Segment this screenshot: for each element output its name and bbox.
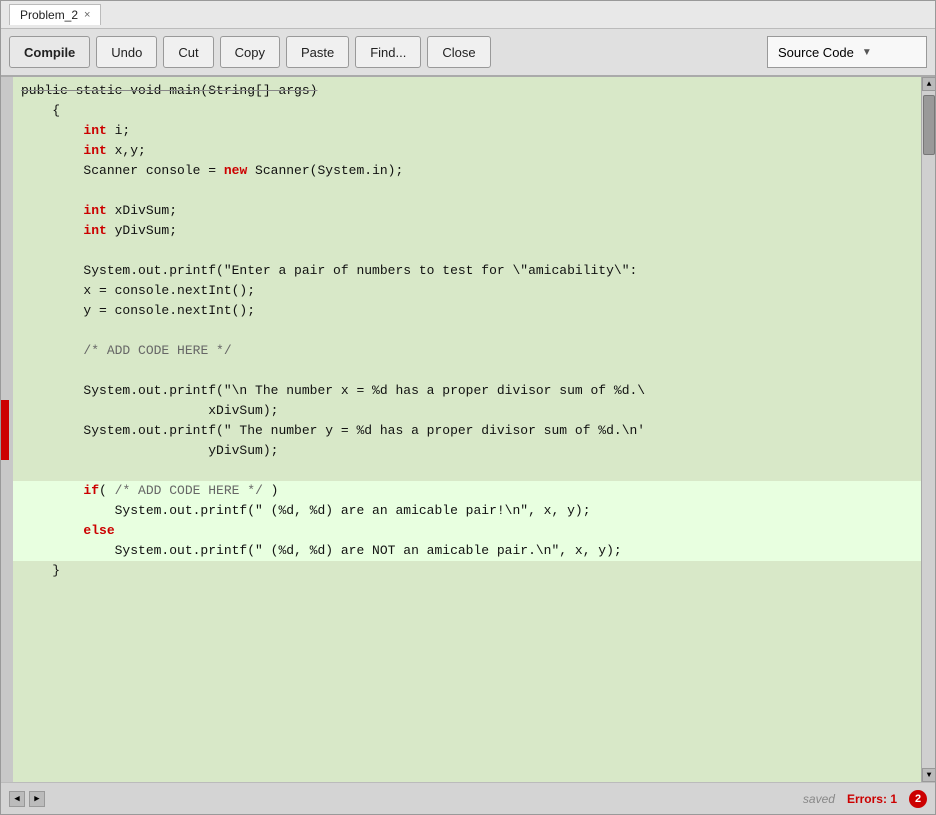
undo-button[interactable]: Undo: [96, 36, 157, 68]
code-line: int i;: [13, 121, 921, 141]
dropdown-arrow-icon: ▼: [862, 47, 872, 58]
code-line: System.out.printf(" The number y = %d ha…: [13, 421, 921, 441]
code-line: int xDivSum;: [13, 201, 921, 221]
scroll-up-arrow[interactable]: ▲: [922, 77, 935, 91]
editor-area: public static void main(String[] args) {…: [1, 77, 935, 782]
main-window: Problem_2 × Compile Undo Cut Copy Paste …: [0, 0, 936, 815]
copy-button[interactable]: Copy: [220, 36, 280, 68]
errors-label: Errors: 1: [847, 792, 897, 806]
code-line: System.out.printf("Enter a pair of numbe…: [13, 261, 921, 281]
status-bar: ◀ ▶ saved Errors: 1 2: [1, 782, 935, 814]
title-bar: Problem_2 ×: [1, 1, 935, 29]
code-line: [13, 361, 921, 381]
compile-button[interactable]: Compile: [9, 36, 90, 68]
code-line: y = console.nextInt();: [13, 301, 921, 321]
tab-close-button[interactable]: ×: [84, 9, 90, 21]
code-line: [13, 321, 921, 341]
code-scroll-area[interactable]: public static void main(String[] args) {…: [13, 77, 921, 782]
error-indicator: [1, 400, 9, 460]
nav-right-arrow[interactable]: ▶: [29, 791, 45, 807]
code-line: public static void main(String[] args): [13, 81, 921, 101]
code-line: [13, 181, 921, 201]
nav-arrows: ◀ ▶: [9, 791, 45, 807]
code-line: Scanner console = new Scanner(System.in)…: [13, 161, 921, 181]
code-line: if( /* ADD CODE HERE */ ): [13, 481, 921, 501]
code-line: int x,y;: [13, 141, 921, 161]
source-code-dropdown[interactable]: Source Code ▼: [767, 36, 927, 68]
left-margin: [1, 77, 13, 782]
toolbar: Compile Undo Cut Copy Paste Find... Clos…: [1, 29, 935, 77]
code-line: int yDivSum;: [13, 221, 921, 241]
vertical-scrollbar[interactable]: ▲ ▼: [921, 77, 935, 782]
find-button[interactable]: Find...: [355, 36, 421, 68]
code-line: System.out.printf("\n The number x = %d …: [13, 381, 921, 401]
code-line: }: [13, 561, 921, 581]
scroll-thumb[interactable]: [923, 95, 935, 155]
code-line: System.out.printf(" (%d, %d) are an amic…: [13, 501, 921, 521]
nav-left-arrow[interactable]: ◀: [9, 791, 25, 807]
code-line: yDivSum);: [13, 441, 921, 461]
close-button[interactable]: Close: [427, 36, 490, 68]
status-info: saved Errors: 1 2: [803, 790, 927, 808]
source-code-label: Source Code: [778, 45, 854, 60]
code-line: else: [13, 521, 921, 541]
title-tab[interactable]: Problem_2 ×: [9, 4, 101, 25]
scroll-down-arrow[interactable]: ▼: [922, 768, 935, 782]
code-line: [13, 461, 921, 481]
code-line: [13, 241, 921, 261]
error-count-badge: 2: [909, 790, 927, 808]
code-content: public static void main(String[] args) {…: [13, 77, 921, 782]
saved-status: saved: [803, 792, 835, 806]
paste-button[interactable]: Paste: [286, 36, 349, 68]
cut-button[interactable]: Cut: [163, 36, 213, 68]
code-editor[interactable]: public static void main(String[] args) {…: [13, 77, 921, 782]
code-line: x = console.nextInt();: [13, 281, 921, 301]
tab-title: Problem_2: [20, 8, 78, 22]
code-line: System.out.printf(" (%d, %d) are NOT an …: [13, 541, 921, 561]
code-line: /* ADD CODE HERE */: [13, 341, 921, 361]
code-line: {: [13, 101, 921, 121]
code-line: xDivSum);: [13, 401, 921, 421]
